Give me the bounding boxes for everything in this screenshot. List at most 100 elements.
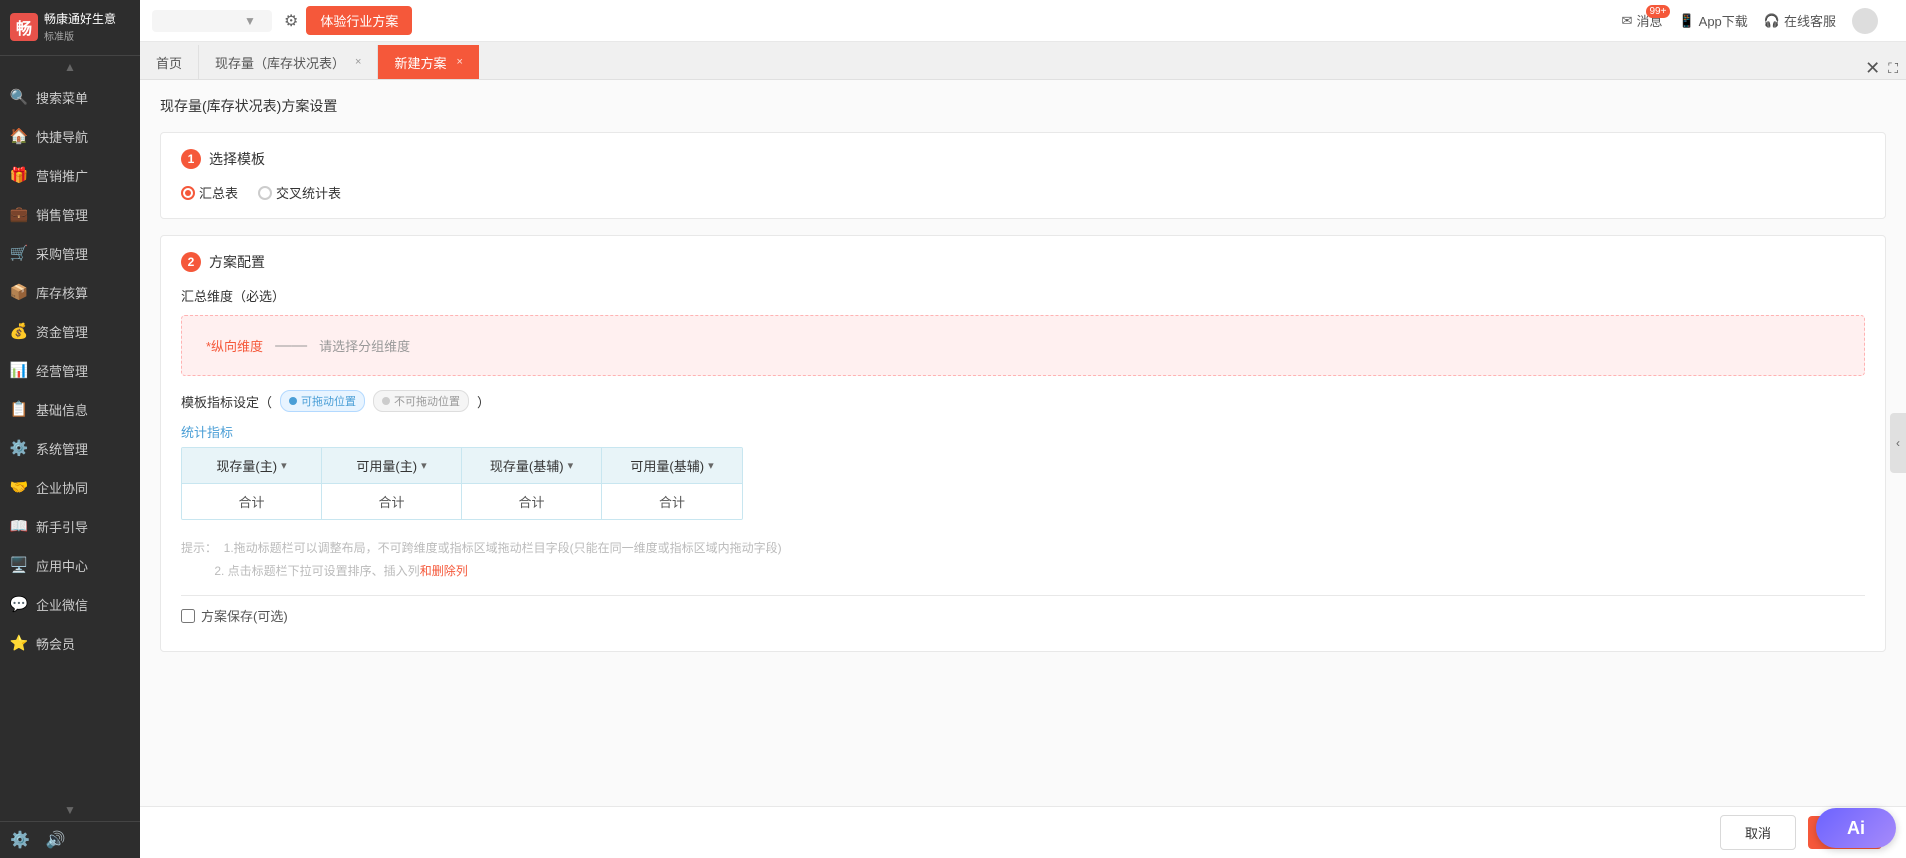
tab-new-plan[interactable]: 新建方案 × (378, 45, 478, 79)
save-label: 方案保存(可选) (201, 606, 288, 625)
sidebar-item-marketing[interactable]: 🎁 营销推广 (0, 156, 140, 195)
radio-summary-label: 汇总表 (199, 183, 238, 202)
radio-cross[interactable]: 交叉统计表 (258, 183, 341, 202)
box-icon: 📦 (10, 283, 28, 301)
app-name-block: 畅康通好生意 标准版 (44, 12, 116, 43)
radio-circle-cross (258, 186, 272, 200)
tab-home-label: 首页 (156, 53, 182, 72)
message-btn[interactable]: ✉ 消息 99+ (1622, 11, 1663, 30)
sidebar-item-label: 企业微信 (36, 595, 88, 614)
draggable-dot (289, 397, 297, 405)
cancel-button[interactable]: 取消 (1720, 815, 1796, 850)
app-download-btn[interactable]: 📱 App下载 (1678, 11, 1747, 30)
chevron-down-icon-3[interactable]: ▾ (708, 459, 714, 472)
chevron-down-icon-2[interactable]: ▾ (568, 459, 574, 472)
tab-home[interactable]: 首页 (140, 45, 199, 79)
stat-body-col-0: 合计 (182, 483, 322, 519)
sidebar-item-inventory[interactable]: 📦 库存核算 (0, 273, 140, 312)
sidebar-item-system[interactable]: ⚙️ 系统管理 (0, 429, 140, 468)
scroll-up-icon[interactable]: ▲ (64, 60, 76, 74)
draggable-tag[interactable]: 可拖动位置 (280, 390, 365, 412)
industry-btn[interactable]: 体验行业方案 (306, 6, 412, 35)
sidebar-item-label: 搜索菜单 (36, 88, 88, 107)
content-area: 现存量(库存状况表)方案设置 1 选择模板 汇总表 交叉统计表 2 (140, 80, 1906, 806)
service-label: 在线客服 (1784, 11, 1836, 30)
dropdown-icon[interactable]: ▼ (244, 14, 256, 28)
tabbar: 首页 现存量（库存状况表） × 新建方案 × ✕ ⛶ (140, 42, 1906, 80)
list-icon: 📋 (10, 400, 28, 418)
chevron-down-icon-1[interactable]: ▾ (421, 459, 427, 472)
step2-header: 2 方案配置 (181, 252, 1865, 272)
sidebar-item-member[interactable]: ⭐ 畅会员 (0, 624, 140, 663)
phone-icon: 📱 (1678, 13, 1694, 29)
gift-icon: 🎁 (10, 166, 28, 184)
stat-table-header: 现存量(主) ▾ 可用量(主) ▾ 现存量(基辅) ▾ 可用量(基辅) ▾ (182, 448, 742, 483)
panel-expand-btn[interactable]: ⛶ (1888, 60, 1898, 77)
radio-cross-label: 交叉统计表 (276, 183, 341, 202)
stat-body-col-3: 合计 (602, 483, 742, 519)
tabbar-right: ✕ ⛶ (1857, 58, 1906, 79)
tab-new-close[interactable]: × (456, 56, 462, 68)
sidebar-item-cooperation[interactable]: 🤝 企业协同 (0, 468, 140, 507)
sidebar-item-search[interactable]: 🔍 搜索菜单 (0, 78, 140, 117)
book-icon: 📖 (10, 517, 28, 535)
cart-icon: 🛒 (10, 244, 28, 262)
sidebar-item-label: 库存核算 (36, 283, 88, 302)
toggle-arrow-icon: ‹ (1896, 436, 1900, 450)
message-icon: ✉ (1622, 13, 1633, 29)
scroll-down-icon[interactable]: ▼ (64, 803, 76, 817)
dimension-selector[interactable]: *纵向维度 —— 请选择分组维度 (181, 315, 1865, 376)
sidebar-item-wechat[interactable]: 💬 企业微信 (0, 585, 140, 624)
service-btn[interactable]: 🎧 在线客服 (1764, 11, 1836, 30)
monitor-icon: 🖥️ (10, 556, 28, 574)
step2-num: 2 (181, 252, 201, 272)
sidebar-item-label: 企业协同 (36, 478, 88, 497)
speaker-icon[interactable]: 🔊 (46, 830, 66, 850)
sidebar-item-basic-info[interactable]: 📋 基础信息 (0, 390, 140, 429)
sidebar-item-quick-nav[interactable]: 🏠 快捷导航 (0, 117, 140, 156)
settings-icon[interactable]: ⚙️ (10, 830, 30, 850)
tip2: 2. 点击标题栏下拉可设置排序、插入列和删除列 (181, 562, 1865, 579)
topbar-gear-icon[interactable]: ⚙ (284, 11, 298, 31)
stat-col-label-2: 现存量(基辅) (490, 456, 564, 475)
tab-inventory-close[interactable]: × (355, 56, 361, 68)
draggable-tag-label: 可拖动位置 (301, 393, 356, 409)
sidebar-item-operation[interactable]: 📊 经营管理 (0, 351, 140, 390)
topbar-right: ✉ 消息 99+ 📱 App下载 🎧 在线客服 (1622, 8, 1894, 34)
sidebar-item-app-center[interactable]: 🖥️ 应用中心 (0, 546, 140, 585)
home-icon: 🏠 (10, 127, 28, 145)
sidebar-item-sales[interactable]: 💼 销售管理 (0, 195, 140, 234)
stat-body-col-2: 合计 (462, 483, 602, 519)
sidebar-item-label: 采购管理 (36, 244, 88, 263)
ai-bubble[interactable]: Ai (1816, 808, 1896, 848)
stat-col-header-2[interactable]: 现存量(基辅) ▾ (462, 448, 602, 483)
tab-inventory-label: 现存量（库存状况表） (215, 53, 345, 72)
radio-circle-summary (181, 186, 195, 200)
sidebar-scroll: 🔍 搜索菜单 🏠 快捷导航 🎁 营销推广 💼 销售管理 🛒 采购管理 📦 库存核… (0, 78, 140, 799)
stat-col-header-1[interactable]: 可用量(主) ▾ (322, 448, 462, 483)
save-checkbox[interactable] (181, 609, 195, 623)
search-input[interactable] (160, 14, 240, 28)
sidebar-bottom: ⚙️ 🔊 (0, 821, 140, 858)
stat-body-col-1: 合计 (322, 483, 462, 519)
indicator-label: 模板指标设定（ 可拖动位置 不可拖动位置 ） (181, 390, 1865, 412)
search-input-area[interactable]: ▼ (152, 10, 272, 32)
app-edition: 标准版 (44, 28, 116, 43)
chevron-down-icon-0[interactable]: ▾ (281, 459, 287, 472)
app-logo-icon: 畅 (10, 13, 38, 41)
stat-col-header-3[interactable]: 可用量(基辅) ▾ (602, 448, 742, 483)
stat-col-header-0[interactable]: 现存量(主) ▾ (182, 448, 322, 483)
panel-close-btn[interactable]: ✕ (1865, 58, 1880, 79)
topbar: ▼ ⚙ 体验行业方案 ✉ 消息 99+ 📱 App下载 🎧 在线客服 (140, 0, 1906, 42)
sidebar-item-purchase[interactable]: 🛒 采购管理 (0, 234, 140, 273)
sidebar-item-newbie[interactable]: 📖 新手引导 (0, 507, 140, 546)
sidebar-item-label: 应用中心 (36, 556, 88, 575)
right-panel-toggle[interactable]: ‹ (1890, 413, 1906, 473)
sidebar-item-finance[interactable]: 💰 资金管理 (0, 312, 140, 351)
radio-summary[interactable]: 汇总表 (181, 183, 238, 202)
avatar[interactable] (1852, 8, 1878, 34)
sidebar-item-label: 系统管理 (36, 439, 88, 458)
tab-inventory-status[interactable]: 现存量（库存状况表） × (199, 45, 378, 79)
sidebar: 畅 畅康通好生意 标准版 ▲ 🔍 搜索菜单 🏠 快捷导航 🎁 营销推广 💼 销售… (0, 0, 140, 858)
step1-num: 1 (181, 149, 201, 169)
